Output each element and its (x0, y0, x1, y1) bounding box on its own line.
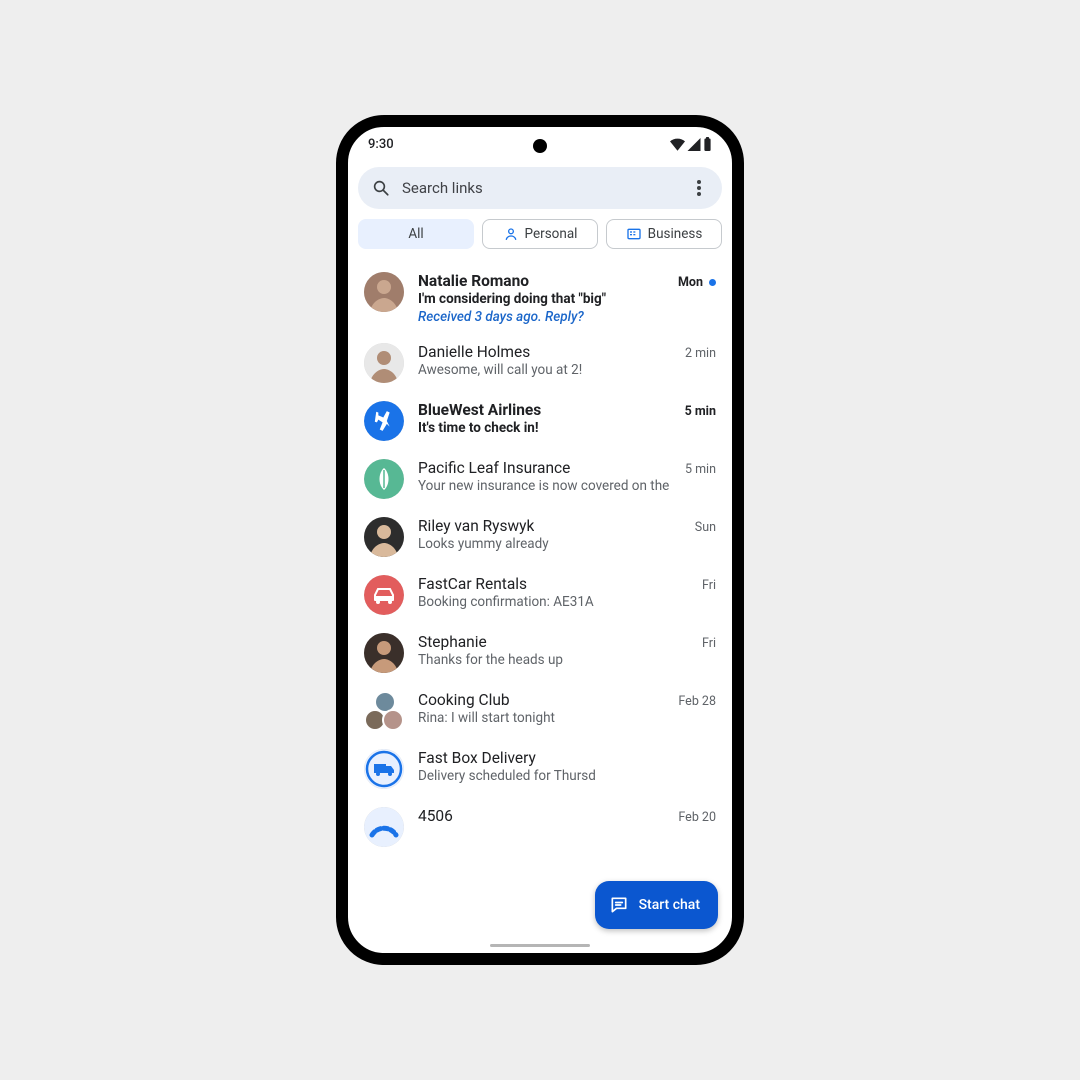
conversation-name: FastCar Rentals (418, 575, 527, 593)
conversation-body: 4506 Feb 20 (418, 807, 716, 825)
conversation-row[interactable]: Natalie Romano Mon I'm considering doing… (348, 263, 732, 334)
conversation-row[interactable]: Riley van Ryswyk Sun Looks yummy already (348, 508, 732, 566)
conversation-body: Stephanie Fri Thanks for the heads up (418, 633, 716, 668)
chip-business-label: Business (648, 226, 703, 242)
conversation-row[interactable]: Danielle Holmes 2 min Awesome, will call… (348, 334, 732, 392)
fab-label: Start chat (639, 897, 700, 913)
conversation-time: 2 min (685, 346, 716, 361)
conversation-body: Cooking Club Feb 28 Rina: I will start t… (418, 691, 716, 726)
filter-chips: All Personal Business (348, 219, 732, 259)
avatar (364, 575, 404, 615)
wifi-icon (670, 138, 685, 151)
status-time: 9:30 (368, 137, 394, 152)
reply-nudge[interactable]: Received 3 days ago. Reply? (418, 309, 716, 325)
conversation-name: Natalie Romano (418, 272, 529, 290)
avatar (364, 807, 404, 847)
conversation-name: Riley van Ryswyk (418, 517, 534, 535)
conversation-time: 5 min (685, 404, 716, 419)
avatar (364, 459, 404, 499)
conversation-snippet: Your new insurance is now covered on the (418, 478, 716, 494)
business-icon (626, 226, 642, 242)
conversation-name: BlueWest Airlines (418, 401, 541, 419)
conversation-snippet: Rina: I will start tonight (418, 710, 716, 726)
conversation-time: Fri (702, 578, 716, 593)
avatar (364, 401, 404, 441)
start-chat-fab[interactable]: Start chat (595, 881, 718, 929)
chip-all-label: All (408, 226, 423, 242)
avatar (364, 633, 404, 673)
conversation-body: BlueWest Airlines 5 min It's time to che… (418, 401, 716, 436)
conversation-snippet: It's time to check in! (418, 420, 716, 436)
cell-signal-icon (687, 138, 701, 151)
more-options-icon[interactable] (690, 180, 708, 196)
conversation-row[interactable]: 4506 Feb 20 (348, 798, 732, 856)
status-icons (670, 137, 712, 151)
battery-icon (703, 137, 712, 151)
conversation-snippet: Booking confirmation: AE31A (418, 594, 716, 610)
conversation-snippet: Delivery scheduled for Thursd (418, 768, 716, 784)
search-bar[interactable]: Search links (358, 167, 722, 209)
conversation-body: Natalie Romano Mon I'm considering doing… (418, 272, 716, 325)
conversation-snippet: Awesome, will call you at 2! (418, 362, 716, 378)
conversation-snippet: Thanks for the heads up (418, 652, 716, 668)
conversation-time: Fri (702, 636, 716, 651)
conversation-name: 4506 (418, 807, 453, 825)
chip-business[interactable]: Business (606, 219, 722, 249)
conversation-body: Fast Box Delivery Delivery scheduled for… (418, 749, 716, 784)
conversation-row[interactable]: Cooking Club Feb 28 Rina: I will start t… (348, 682, 732, 740)
conversation-name: Danielle Holmes (418, 343, 530, 361)
chip-personal[interactable]: Personal (482, 219, 598, 249)
conversation-row[interactable]: BlueWest Airlines 5 min It's time to che… (348, 392, 732, 450)
conversation-body: Riley van Ryswyk Sun Looks yummy already (418, 517, 716, 552)
conversation-name: Cooking Club (418, 691, 510, 709)
conversation-body: Pacific Leaf Insurance 5 min Your new in… (418, 459, 716, 494)
conversation-row[interactable]: Stephanie Fri Thanks for the heads up (348, 624, 732, 682)
chip-all[interactable]: All (358, 219, 474, 249)
conversation-time: Feb 20 (678, 810, 716, 825)
camera-notch (533, 139, 547, 153)
conversation-snippet: Looks yummy already (418, 536, 716, 552)
conversation-name: Pacific Leaf Insurance (418, 459, 570, 477)
conversation-list[interactable]: Natalie Romano Mon I'm considering doing… (348, 263, 732, 953)
home-indicator (490, 944, 590, 947)
person-icon (503, 226, 519, 242)
conversation-time: Mon (678, 275, 716, 290)
conversation-time: 5 min (685, 462, 716, 477)
avatar (364, 343, 404, 383)
search-icon (372, 179, 390, 197)
group-avatar (364, 691, 404, 731)
unread-dot (709, 279, 716, 286)
chat-icon (609, 895, 629, 915)
chip-personal-label: Personal (525, 226, 578, 242)
conversation-time: Sun (695, 520, 716, 535)
phone-frame: 9:30 Search links All Personal Business … (336, 115, 744, 965)
conversation-name: Stephanie (418, 633, 487, 651)
conversation-row[interactable]: FastCar Rentals Fri Booking confirmation… (348, 566, 732, 624)
conversation-body: Danielle Holmes 2 min Awesome, will call… (418, 343, 716, 378)
conversation-name: Fast Box Delivery (418, 749, 536, 767)
avatar (364, 272, 404, 312)
conversation-row[interactable]: Pacific Leaf Insurance 5 min Your new in… (348, 450, 732, 508)
conversation-time: Feb 28 (678, 694, 716, 709)
conversation-body: FastCar Rentals Fri Booking confirmation… (418, 575, 716, 610)
avatar (364, 749, 404, 789)
search-placeholder: Search links (402, 179, 690, 197)
conversation-row[interactable]: Fast Box Delivery Delivery scheduled for… (348, 740, 732, 798)
conversation-snippet: I'm considering doing that "big" (418, 291, 716, 307)
avatar (364, 517, 404, 557)
